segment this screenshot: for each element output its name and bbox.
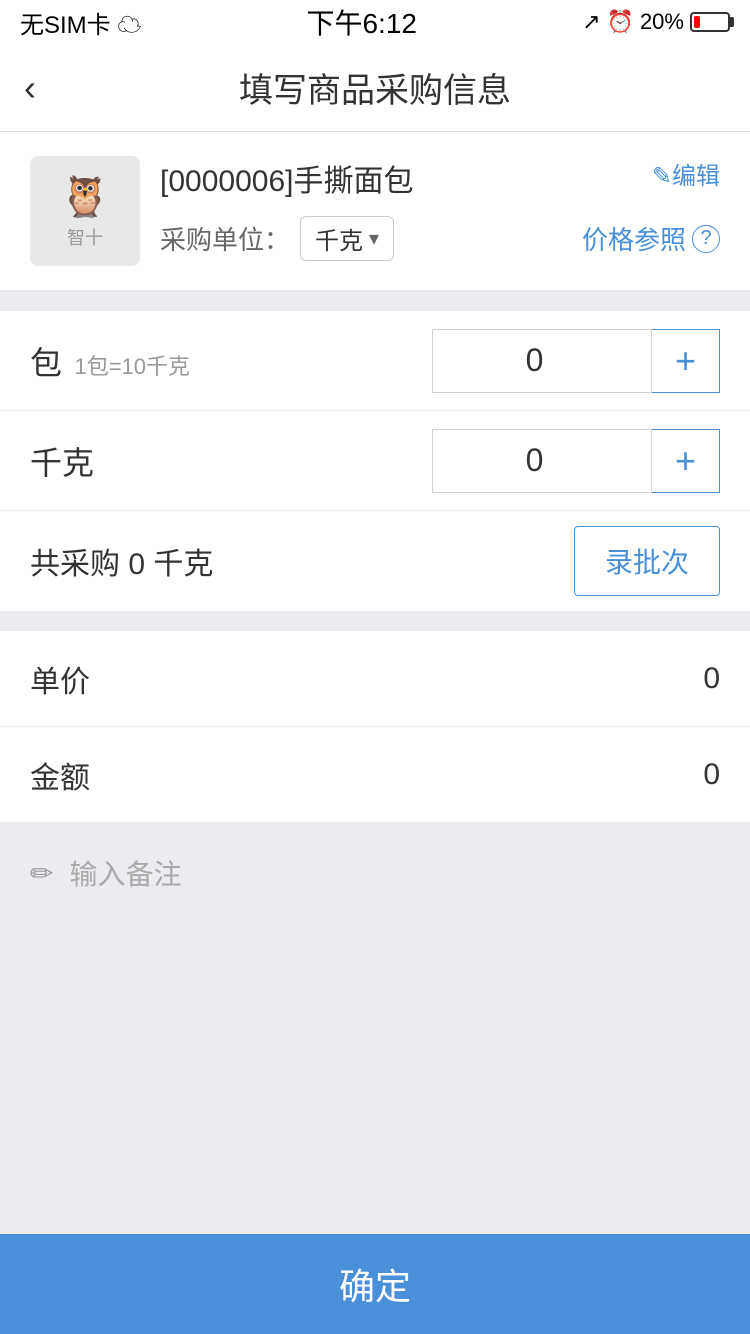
product-card: 🦉 智十 [0000006]手撕面包 ✎编辑 采购单位： 千克 ▾ 价格参照 ? [0, 132, 750, 291]
location-icon: ↗ [582, 9, 600, 35]
unit-price-value: 0 [703, 662, 720, 696]
battery-icon [690, 12, 730, 32]
time-text: 下午6:12 [306, 2, 417, 42]
total-label: 共采购 0 千克 [30, 539, 213, 583]
product-image: 🦉 智十 [30, 156, 140, 266]
total-row: 共采购 0 千克 录批次 [0, 511, 750, 611]
unit-select-dropdown[interactable]: 千克 ▾ [300, 216, 394, 261]
unit-label: 采购单位： [160, 220, 290, 257]
confirm-button[interactable]: 确定 [0, 1234, 750, 1334]
kg-input[interactable] [432, 429, 652, 493]
battery-group: ↗ ⏰ 20% [582, 9, 730, 35]
main-content: 🦉 智十 [0000006]手撕面包 ✎编辑 采购单位： 千克 ▾ 价格参照 ? [0, 132, 750, 1234]
page-title: 填写商品采购信息 [239, 63, 511, 112]
product-top-row: [0000006]手撕面包 ✎编辑 [160, 156, 720, 200]
unit-price-label: 单价 [30, 657, 90, 701]
unit-value: 千克 [315, 221, 363, 256]
product-name: [0000006]手撕面包 [160, 156, 413, 200]
divider-2 [0, 611, 750, 631]
bag-row: 包 1包=10千克 + [0, 311, 750, 411]
product-info: [0000006]手撕面包 ✎编辑 采购单位： 千克 ▾ 价格参照 ? [160, 156, 720, 261]
product-unit-row: 采购单位： 千克 ▾ 价格参照 ? [160, 216, 720, 261]
bag-label: 包 [30, 345, 62, 381]
kg-label: 千克 [30, 445, 94, 481]
dropdown-arrow-icon: ▾ [369, 226, 379, 251]
kg-row: 千克 + [0, 411, 750, 511]
bag-plus-button[interactable]: + [652, 329, 720, 393]
back-button[interactable]: ‹ [24, 67, 36, 109]
edit-link[interactable]: ✎编辑 [652, 156, 720, 191]
battery-percentage: 20% [640, 9, 684, 35]
kg-plus-button[interactable]: + [652, 429, 720, 493]
nav-bar: ‹ 填写商品采购信息 [0, 44, 750, 132]
amount-label: 金额 [30, 753, 90, 797]
product-thumbnail-icon: 🦉 [60, 173, 110, 220]
kg-input-group: + [432, 429, 720, 493]
divider-1 [0, 291, 750, 311]
amount-row: 金额 0 [0, 727, 750, 823]
bag-section: 包 1包=10千克 + [0, 311, 750, 411]
price-ref-help-icon: ? [692, 225, 720, 253]
kg-section: 千克 + [0, 411, 750, 511]
price-ref-button[interactable]: 价格参照 ? [582, 220, 720, 257]
notes-section[interactable]: ✏ 输入备注 [0, 823, 750, 923]
empty-space [0, 923, 750, 1223]
pencil-icon: ✏ [30, 857, 53, 890]
bag-label-group: 包 1包=10千克 [30, 338, 190, 384]
price-ref-label: 价格参照 [582, 220, 686, 257]
amount-value: 0 [703, 758, 720, 792]
bag-sublabel: 1包=10千克 [74, 354, 190, 379]
record-batch-button[interactable]: 录批次 [574, 526, 720, 596]
kg-label-group: 千克 [30, 438, 94, 484]
notes-placeholder: 输入备注 [69, 853, 181, 893]
unit-price-row: 单价 0 [0, 631, 750, 727]
alarm-icon: ⏰ [607, 9, 634, 35]
summary-section: 单价 0 金额 0 [0, 631, 750, 823]
carrier-text: 无SIM卡 ☁ [20, 5, 141, 40]
brand-text: 智十 [67, 224, 103, 250]
bag-input[interactable] [432, 329, 652, 393]
status-bar: 无SIM卡 ☁ 下午6:12 ↗ ⏰ 20% [0, 0, 750, 44]
bag-input-group: + [432, 329, 720, 393]
